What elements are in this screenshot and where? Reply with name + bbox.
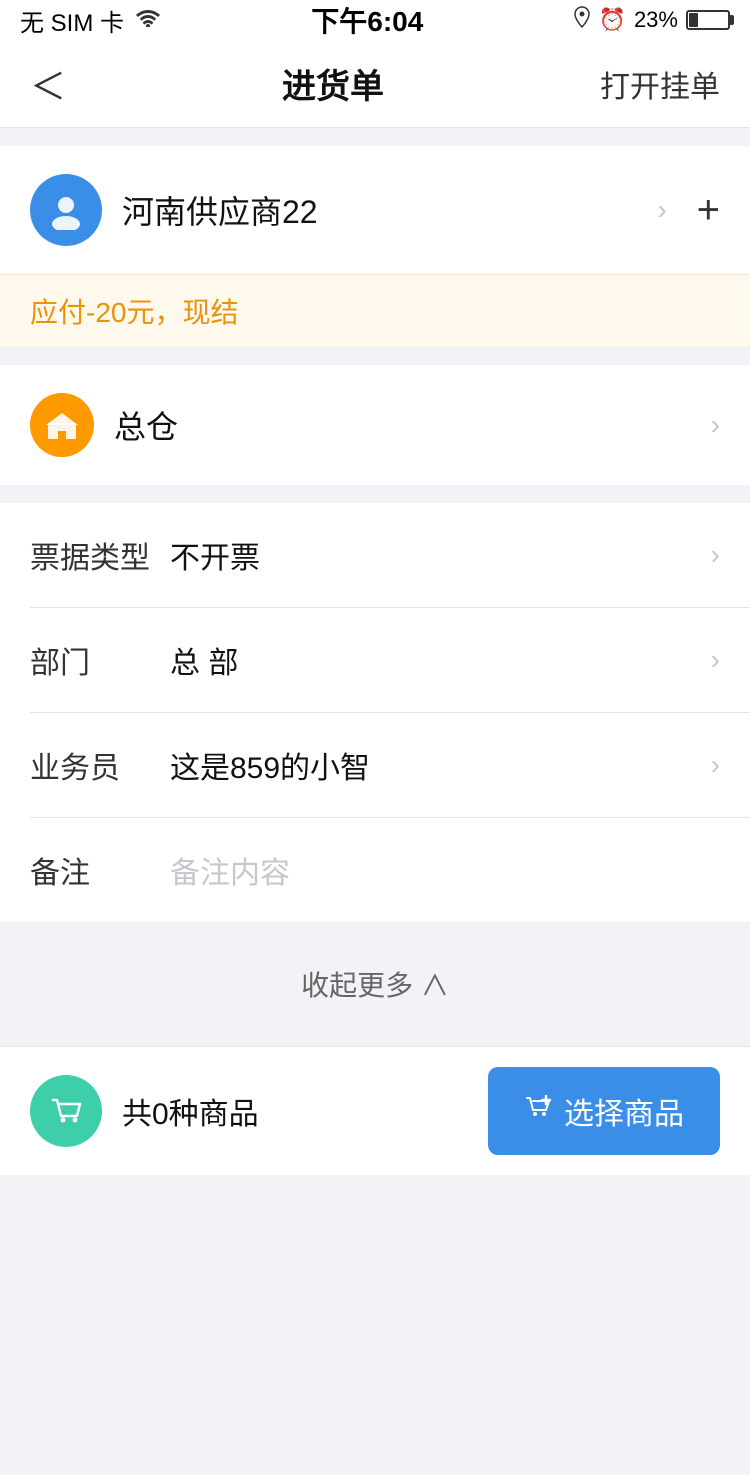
supplier-name: 河南供应商22	[122, 187, 657, 233]
collapse-label: 收起更多 ∧	[301, 964, 449, 1004]
collapse-toggle[interactable]: 收起更多 ∧	[0, 940, 750, 1028]
alert-banner: 应付-20元，现结	[0, 274, 750, 347]
wifi-icon	[134, 6, 162, 34]
salesperson-row[interactable]: 业务员 这是859的小智 ›	[0, 713, 750, 817]
warehouse-icon	[30, 393, 94, 457]
invoice-type-label: 票据类型	[30, 533, 170, 577]
department-label: 部门	[30, 638, 170, 682]
remark-row[interactable]: 备注 备注内容	[0, 818, 750, 922]
top-divider	[0, 128, 750, 146]
invoice-type-value: 不开票	[170, 533, 711, 577]
supplier-section: 河南供应商22 › + 应付-20元，现结	[0, 146, 750, 347]
battery-icon	[686, 10, 730, 30]
mid-divider1	[0, 347, 750, 365]
open-pending-button[interactable]: 打开挂单	[600, 62, 720, 106]
salesperson-label: 业务员	[30, 743, 170, 787]
supplier-avatar	[30, 174, 102, 246]
invoice-type-chevron-icon: ›	[711, 539, 720, 571]
carrier-text: 无 SIM 卡	[20, 3, 124, 38]
location-icon	[573, 6, 591, 34]
select-product-label: 选择商品	[564, 1089, 684, 1133]
page-background	[0, 1175, 750, 1475]
back-button[interactable]: ＜	[30, 58, 66, 110]
add-supplier-button[interactable]: +	[697, 188, 720, 233]
mid-divider3	[0, 922, 750, 940]
status-carrier: 无 SIM 卡	[20, 3, 162, 38]
salesperson-chevron-icon: ›	[711, 749, 720, 781]
warehouse-section: 总仓 ›	[0, 365, 750, 485]
select-product-icon	[524, 1094, 554, 1128]
cart-icon	[30, 1075, 102, 1147]
status-time: 下午6:04	[311, 0, 423, 40]
remark-input[interactable]: 备注内容	[170, 848, 720, 892]
page-title: 进货单	[282, 59, 384, 108]
battery-percent: 23%	[634, 7, 678, 33]
supplier-chevron-icon: ›	[657, 194, 666, 226]
invoice-type-row[interactable]: 票据类型 不开票 ›	[0, 503, 750, 607]
product-count-label: 共0种商品	[122, 1089, 488, 1133]
nav-bar: ＜ 进货单 打开挂单	[0, 40, 750, 128]
salesperson-value: 这是859的小智	[170, 743, 711, 787]
mid-divider4	[0, 1028, 750, 1046]
status-bar: 无 SIM 卡 下午6:04 ⏰ 23%	[0, 0, 750, 40]
warehouse-name: 总仓	[114, 402, 711, 448]
department-value: 总 部	[170, 638, 711, 682]
warehouse-chevron-icon: ›	[711, 409, 720, 441]
warehouse-row[interactable]: 总仓 ›	[0, 365, 750, 485]
form-section: 票据类型 不开票 › 部门 总 部 › 业务员 这是859的小智 › 备注 备注…	[0, 503, 750, 922]
alarm-icon: ⏰	[599, 7, 626, 33]
department-row[interactable]: 部门 总 部 ›	[0, 608, 750, 712]
mid-divider2	[0, 485, 750, 503]
department-chevron-icon: ›	[711, 644, 720, 676]
supplier-row[interactable]: 河南供应商22 › +	[0, 146, 750, 274]
remark-label: 备注	[30, 848, 170, 892]
select-product-button[interactable]: 选择商品	[488, 1067, 720, 1155]
bottom-bar: 共0种商品 选择商品	[0, 1046, 750, 1175]
status-right: ⏰ 23%	[573, 6, 730, 34]
